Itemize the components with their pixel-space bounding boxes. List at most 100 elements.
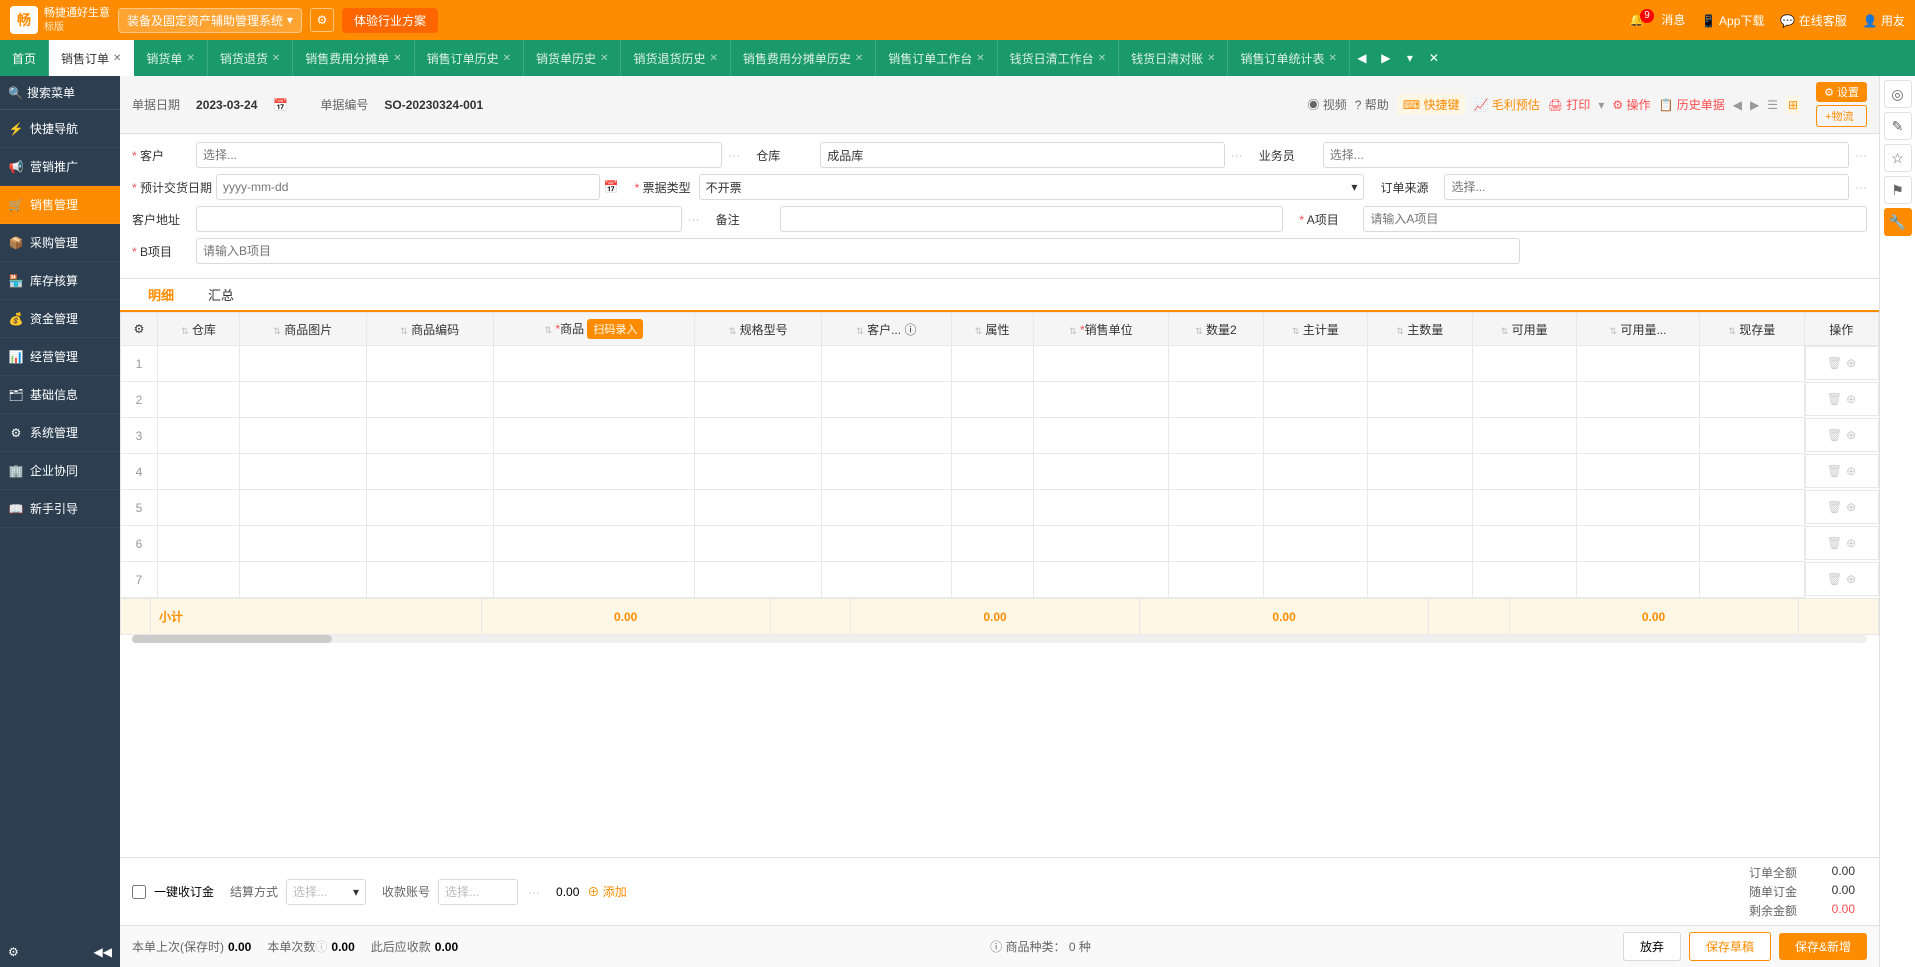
tab-home[interactable]: 首页 [0,40,49,76]
copy-icon[interactable]: ⊕ [1846,572,1856,586]
tab-prev-btn[interactable]: ◀ [1350,40,1374,76]
delete-icon[interactable]: 🗑 [1827,428,1842,442]
tab-more-btn[interactable]: ▾ [1398,40,1422,76]
tab-sales-order[interactable]: 销售订单 ✕ [49,40,134,76]
delete-icon[interactable]: 🗑 [1827,572,1842,586]
tab-return-history[interactable]: 销货退货历史 ✕ [621,40,730,76]
online-service[interactable]: 💬 在线客服 [1780,12,1846,29]
tab-sales-bill-history[interactable]: 销货单历史 ✕ [524,40,621,76]
tab-close-all-btn[interactable]: ✕ [1422,40,1446,76]
add-material-btn[interactable]: +物流 [1816,105,1867,127]
horizontal-scrollbar[interactable] [132,635,1867,643]
warehouse-dots[interactable]: ··· [1231,148,1243,162]
copy-icon[interactable]: ⊕ [1846,428,1856,442]
tab-daily-workbench[interactable]: 钱货日清工作台 ✕ [998,40,1119,76]
order-source-input[interactable] [1444,174,1849,200]
sidebar-item-operations[interactable]: 📊 经营管理 [0,338,120,376]
user-area[interactable]: 👤 用友 [1863,12,1905,29]
tab-close-icon[interactable]: ✕ [186,53,194,64]
sidebar-item-guide[interactable]: 📖 新手引导 [0,490,120,528]
sidebar-item-enterprise[interactable]: 🏢 企业协同 [0,452,120,490]
tab-close-icon[interactable]: ✕ [976,53,984,64]
tab-sales-order-history[interactable]: 销售订单历史 ✕ [415,40,524,76]
chevron-print-icon[interactable]: ▾ [1598,98,1604,112]
tab-close-icon[interactable]: ✕ [503,53,511,64]
staff-dots[interactable]: ··· [1855,148,1867,162]
nav-prev-icon[interactable]: ◀ [1733,98,1742,112]
customer-dots[interactable]: ··· [728,148,740,162]
tab-close-icon[interactable]: ✕ [855,53,863,64]
tab-expense-history[interactable]: 销售费用分摊单历史 ✕ [731,40,876,76]
a-project-input[interactable] [1363,206,1867,232]
th-setting[interactable]: ⚙ [121,313,158,346]
tab-close-icon[interactable]: ✕ [1329,53,1337,64]
shortcut-btn[interactable]: ⌨ 快捷键 [1397,94,1466,115]
right-panel-btn-4[interactable]: ⚑ [1884,176,1912,204]
help-btn[interactable]: ? 帮助 [1355,96,1389,113]
account-dots[interactable]: ··· [528,885,540,899]
setting-btn[interactable]: ⚙ 设置 [1816,82,1867,102]
tab-next-btn[interactable]: ▶ [1374,40,1398,76]
account-select[interactable]: 选择... [438,879,518,905]
sidebar-item-basic[interactable]: 🗂 基础信息 [0,376,120,414]
delete-icon[interactable]: 🗑 [1827,464,1842,478]
sidebar-item-marketing[interactable]: 📢 营销推广 [0,148,120,186]
sidebar-item-finance[interactable]: 💰 资金管理 [0,300,120,338]
staff-input[interactable] [1323,142,1849,168]
profit-btn[interactable]: 📈 毛利预估 [1473,96,1539,113]
tab-close-icon[interactable]: ✕ [113,53,121,64]
th-product[interactable]: ⇅ *商品 扫码录入 [493,313,695,346]
invoice-type-select[interactable]: 不开票 ▾ [699,174,1365,200]
copy-icon[interactable]: ⊕ [1846,356,1856,370]
print-btn[interactable]: 🖨 打印 [1548,96,1591,113]
tab-detail[interactable]: 明细 [132,279,190,312]
copy-icon[interactable]: ⊕ [1846,464,1856,478]
discard-button[interactable]: 放弃 [1623,932,1681,961]
tab-sales-return[interactable]: 销货退货 ✕ [208,40,293,76]
calendar-icon[interactable]: 📅 [273,98,288,112]
setting-icon[interactable]: ⚙ [134,322,145,336]
sidebar-search[interactable]: 🔍 搜索菜单 [0,76,120,110]
pay-method-select[interactable]: 选择... ▾ [286,879,366,905]
tab-close-icon[interactable]: ✕ [1098,53,1106,64]
address-dots[interactable]: ··· [688,212,700,226]
copy-icon[interactable]: ⊕ [1846,500,1856,514]
right-panel-btn-3[interactable]: ☆ [1884,144,1912,172]
b-project-input[interactable] [196,238,1520,264]
nav-next-icon[interactable]: ▶ [1750,98,1759,112]
info-icon[interactable]: ⓘ [904,323,916,337]
sidebar-item-purchase[interactable]: 📦 采购管理 [0,224,120,262]
scan-button[interactable]: 扫码录入 [587,319,643,339]
delete-icon[interactable]: 🗑 [1827,356,1842,370]
tab-summary[interactable]: 汇总 [192,279,250,310]
sidebar-item-sales[interactable]: 🛒 销售管理 [0,186,120,224]
one-key-deposit-checkbox[interactable] [132,885,146,899]
app-download[interactable]: 📱 App下载 [1701,12,1764,29]
notice-area[interactable]: 🔔9 消息 [1629,11,1685,29]
operation-btn[interactable]: ⚙ 操作 [1612,96,1650,113]
customer-input[interactable] [196,142,722,168]
copy-icon[interactable]: ⊕ [1846,392,1856,406]
view-btn[interactable]: ◉ 视频 [1307,96,1346,113]
delete-icon[interactable]: 🗑 [1827,392,1842,406]
right-panel-btn-2[interactable]: ✎ [1884,112,1912,140]
add-btn[interactable]: ⊕ 添加 [587,883,626,900]
settings-bottom-icon[interactable]: ⚙ [8,945,19,959]
warehouse-select[interactable]: 成品库 [820,142,1225,168]
system-selector[interactable]: 装备及固定资产辅助管理系统 ▾ [118,8,302,33]
save-new-button[interactable]: 保存&新增 [1779,933,1867,960]
tab-sales-expense[interactable]: 销售费用分摊单 ✕ [293,40,414,76]
tab-sales-bill[interactable]: 销货单 ✕ [134,40,207,76]
tab-sales-stats[interactable]: 销售订单统计表 ✕ [1228,40,1349,76]
collapse-icon[interactable]: ◀◀ [94,945,112,959]
tab-order-workbench[interactable]: 销售订单工作台 ✕ [876,40,997,76]
copy-icon[interactable]: ⊕ [1846,536,1856,550]
sidebar-item-system[interactable]: ⚙ 系统管理 [0,414,120,452]
solution-button[interactable]: 体验行业方案 [342,8,438,33]
th-code[interactable]: ⇅ 商品编码 [366,313,493,346]
order-source-dots[interactable]: ··· [1855,180,1867,194]
settings-icon[interactable]: ⚙ [310,8,334,32]
sidebar-item-inventory[interactable]: 🏪 库存核算 [0,262,120,300]
right-panel-btn-1[interactable]: ◎ [1884,80,1912,108]
tab-close-icon[interactable]: ✕ [272,53,280,64]
